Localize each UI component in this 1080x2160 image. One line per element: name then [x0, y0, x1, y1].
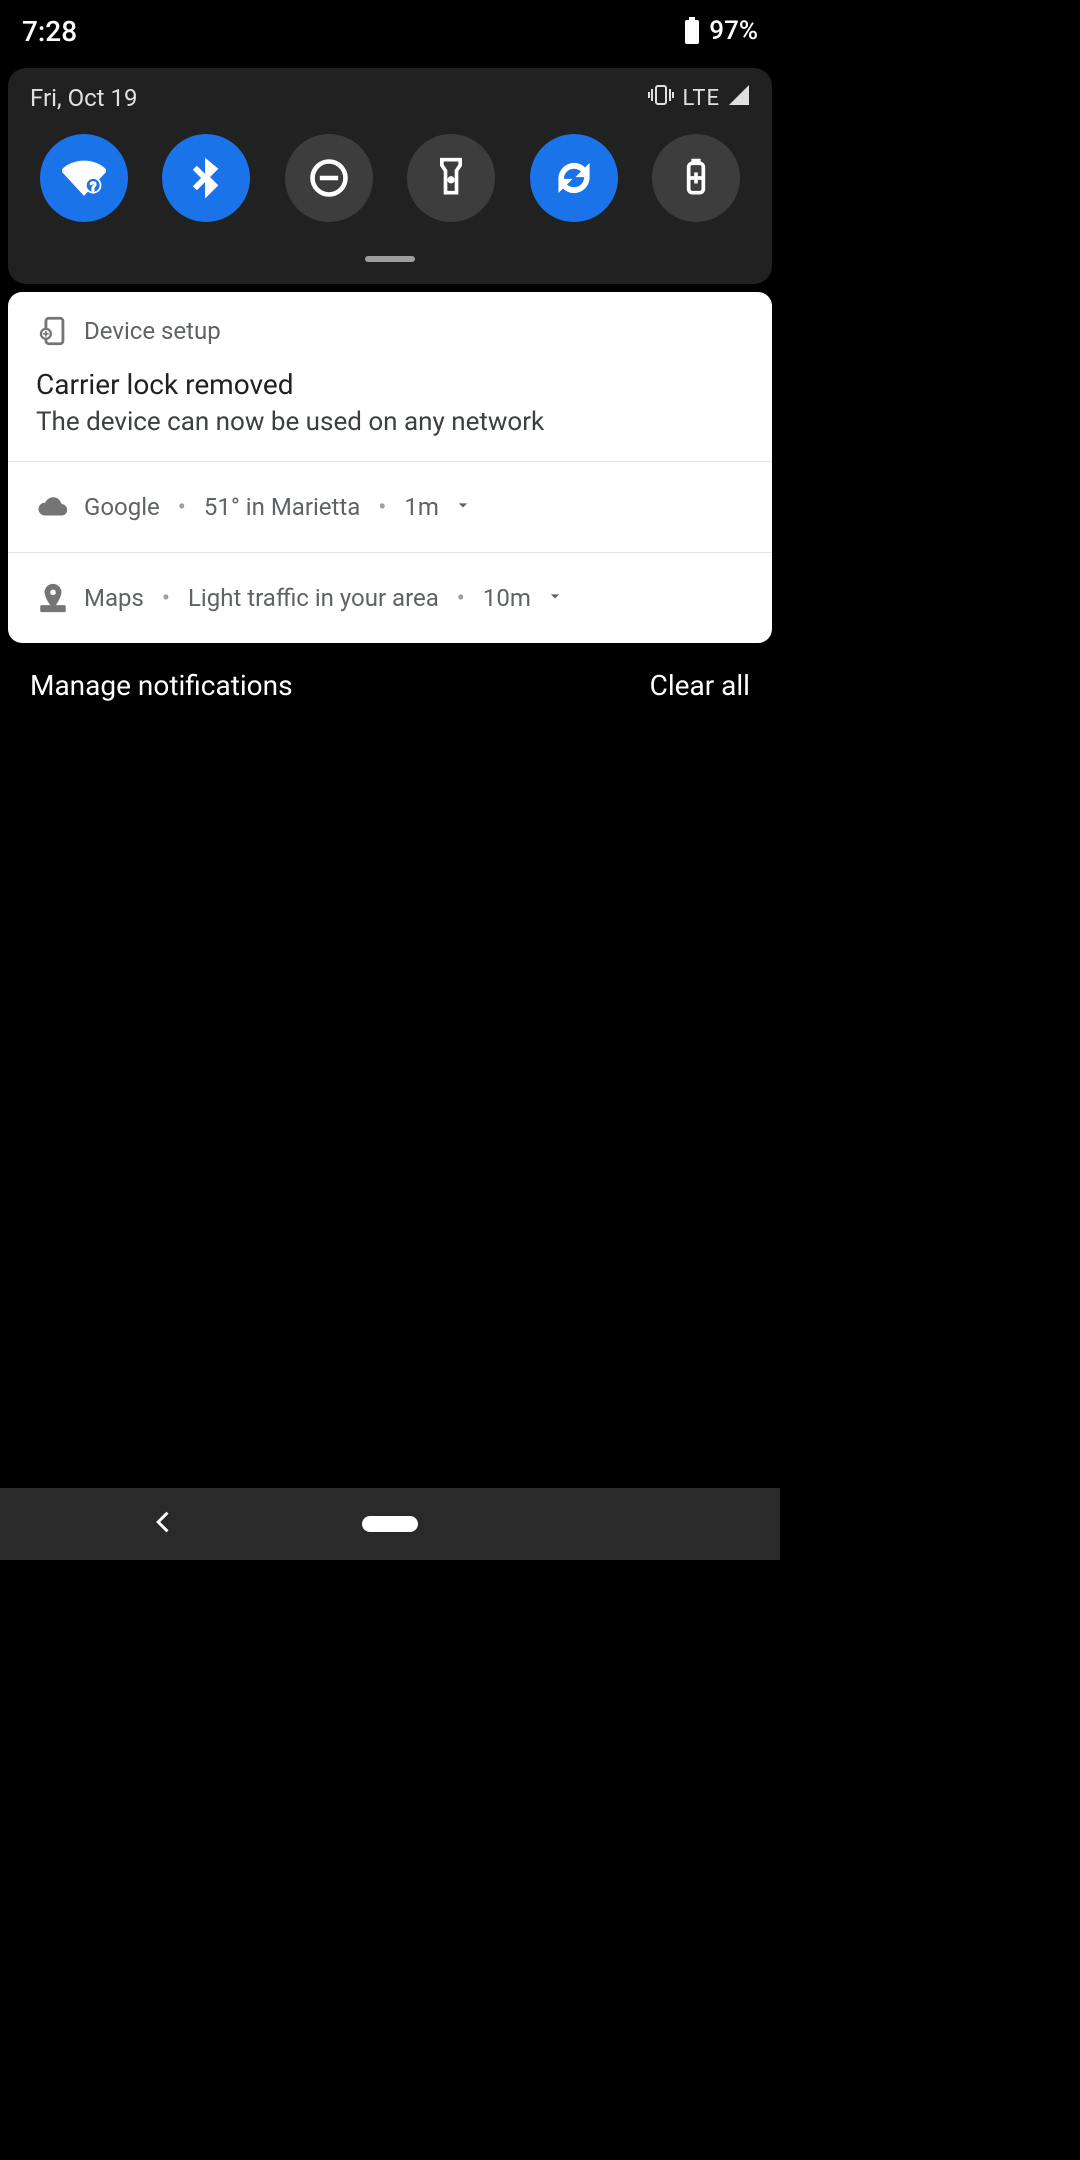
qs-date[interactable]: Fri, Oct 19	[30, 84, 137, 112]
qs-status-icons: LTE	[648, 84, 750, 112]
battery-icon	[683, 17, 701, 45]
svg-text:?: ?	[90, 180, 96, 195]
notification-app-name: Device setup	[84, 317, 221, 345]
manage-notifications-button[interactable]: Manage notifications	[30, 669, 293, 702]
maps-icon	[36, 581, 70, 615]
bluetooth-toggle[interactable]	[162, 134, 250, 222]
separator: •	[158, 584, 174, 612]
notification-summary: 51° in Marietta	[204, 493, 360, 521]
chevron-down-icon[interactable]	[453, 493, 473, 521]
status-time: 7:28	[22, 15, 77, 48]
separator: •	[174, 493, 190, 521]
notification-footer: Manage notifications Clear all	[0, 643, 780, 702]
dnd-toggle[interactable]	[285, 134, 373, 222]
flashlight-toggle[interactable]	[407, 134, 495, 222]
notification-title: Carrier lock removed	[36, 368, 744, 401]
device-setup-icon	[36, 314, 70, 348]
quick-settings-panel[interactable]: Fri, Oct 19 LTE ?	[8, 68, 772, 284]
wifi-toggle[interactable]: ?	[40, 134, 128, 222]
notification-age: 1m	[404, 493, 439, 521]
notification-body: The device can now be used on any networ…	[36, 407, 744, 437]
qs-toggle-row: ?	[22, 122, 758, 234]
notification-app-name: Google	[84, 493, 160, 521]
navigation-bar	[0, 1488, 780, 1560]
home-pill[interactable]	[362, 1516, 418, 1532]
chevron-down-icon[interactable]	[545, 584, 565, 612]
battery-saver-toggle[interactable]	[652, 134, 740, 222]
qs-expand-handle[interactable]	[365, 256, 415, 262]
notification-list: Device setup Carrier lock removed The de…	[8, 292, 772, 643]
notification-age: 10m	[483, 584, 531, 612]
notification-weather[interactable]: Google • 51° in Marietta • 1m	[8, 462, 772, 553]
separator: •	[453, 584, 469, 612]
status-bar: 7:28 97%	[0, 0, 780, 62]
battery-percent: 97%	[709, 16, 758, 46]
back-button[interactable]	[150, 1508, 178, 1540]
signal-icon	[728, 84, 750, 112]
notification-app-name: Maps	[84, 584, 144, 612]
notification-device-setup[interactable]: Device setup Carrier lock removed The de…	[8, 292, 772, 462]
vibrate-icon	[648, 84, 674, 112]
auto-rotate-toggle[interactable]	[530, 134, 618, 222]
network-type: LTE	[682, 86, 720, 111]
notification-summary: Light traffic in your area	[188, 584, 439, 612]
cloud-icon	[36, 490, 70, 524]
clear-all-button[interactable]: Clear all	[650, 669, 750, 702]
separator: •	[374, 493, 390, 521]
notification-maps[interactable]: Maps • Light traffic in your area • 10m	[8, 553, 772, 643]
